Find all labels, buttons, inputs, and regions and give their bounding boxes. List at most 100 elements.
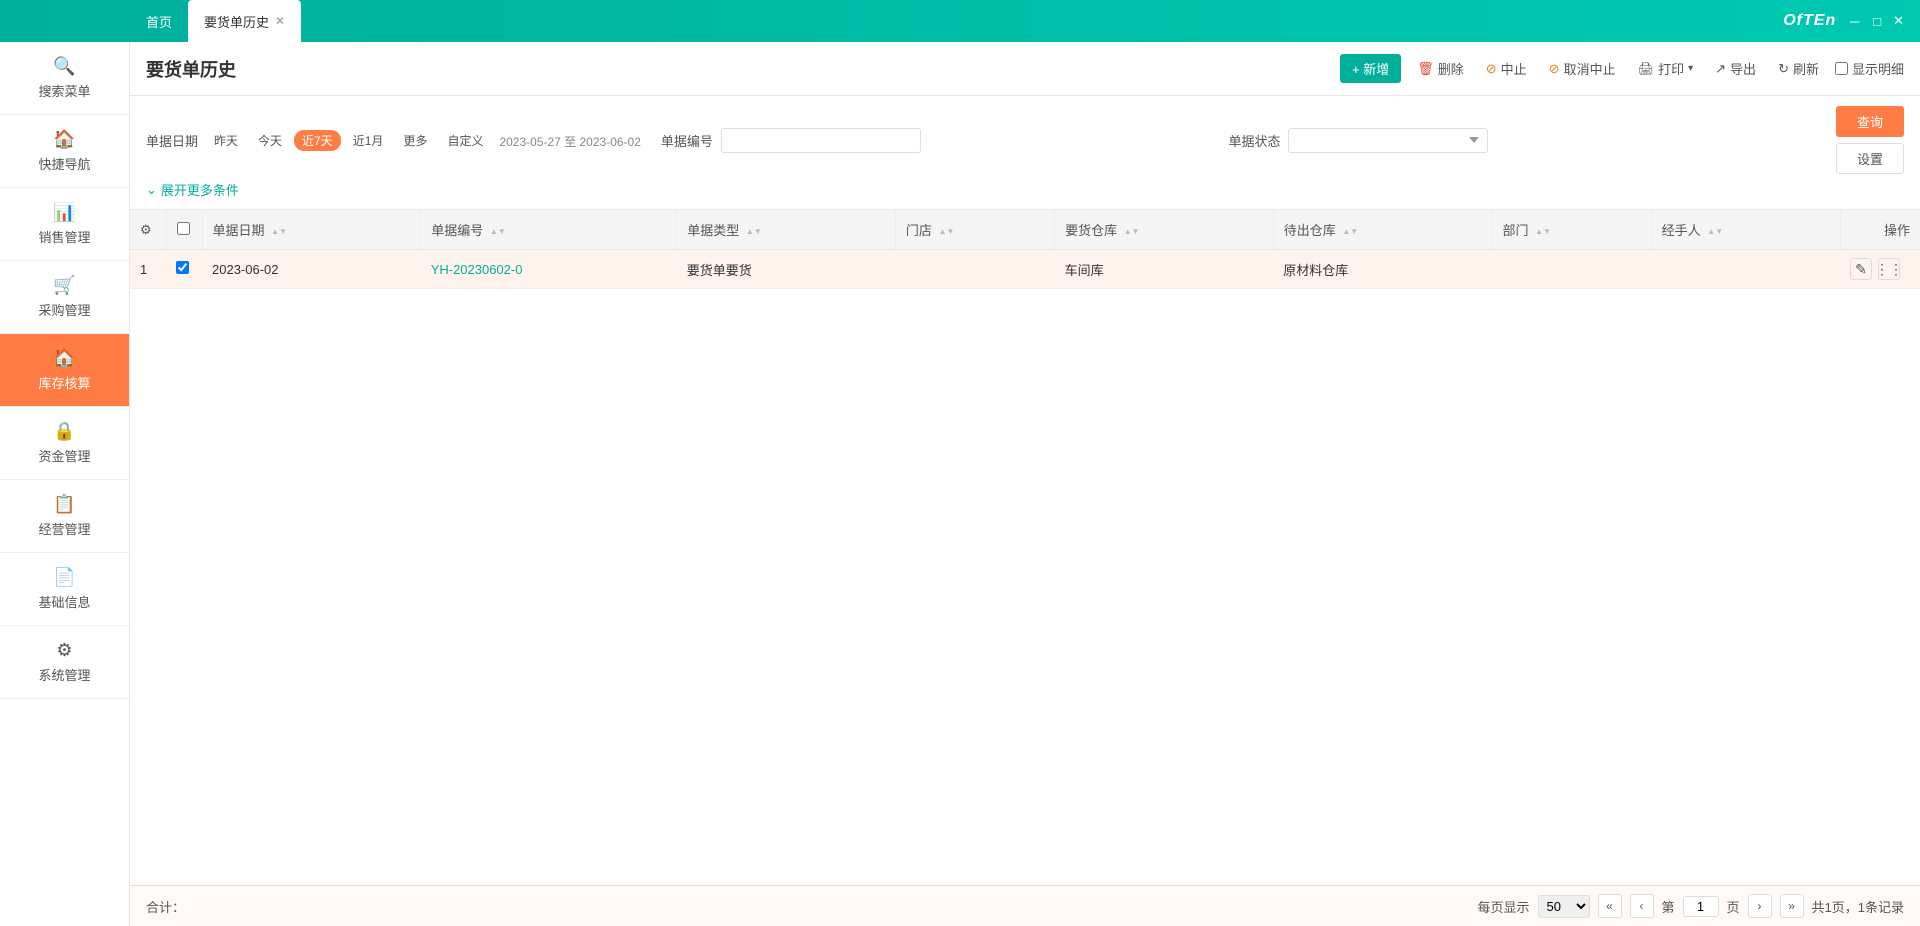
- delete-icon: 🗑: [1417, 61, 1434, 77]
- page-size-label: 每页显示: [1477, 897, 1529, 916]
- top-bar-right: OfTEn － □ ✕: [1783, 0, 1904, 42]
- date-opt-custom[interactable]: 自定义: [439, 130, 491, 151]
- sort-handler: ▲▼: [1707, 228, 1723, 236]
- brand-label: OfTEn: [1783, 12, 1836, 30]
- row-actions-cell: ✎ ⋮⋮: [1840, 250, 1920, 289]
- status-label: 单据状态: [1228, 131, 1280, 150]
- row-pending-warehouse: 原材料仓库: [1273, 250, 1492, 289]
- row-doc-date: 2023-06-02: [202, 250, 421, 289]
- sidebar-item-inventory[interactable]: 🏠 库存核算: [0, 334, 129, 407]
- sidebar-item-system[interactable]: ⚙ 系统管理: [0, 626, 129, 699]
- row-doc-no: YH-20230602-0: [421, 250, 677, 289]
- status-select[interactable]: [1288, 128, 1488, 153]
- sidebar-label-operations: 经营管理: [38, 519, 90, 538]
- sidebar-label-quick-nav: 快捷导航: [38, 154, 90, 173]
- select-all-checkbox[interactable]: [177, 222, 190, 235]
- total-info: 共1页，1条记录: [1812, 897, 1904, 916]
- col-settings: ⚙: [130, 210, 166, 250]
- chevron-down-icon: ⌄: [146, 182, 157, 198]
- clipboard-icon: 📋: [53, 494, 75, 515]
- date-opt-1month[interactable]: 近1月: [345, 130, 392, 151]
- sort-dept: ▲▼: [1535, 228, 1551, 236]
- refresh-icon: ↻: [1778, 61, 1789, 77]
- row-shop: [895, 250, 1054, 289]
- sidebar-item-purchase[interactable]: 🛒 采购管理: [0, 261, 129, 334]
- expand-more-row: ⌄ 展开更多条件: [146, 180, 1904, 199]
- maximize-button[interactable]: □: [1873, 14, 1881, 29]
- filter-bar: 单据日期 昨天 今天 近7天 近1月 更多 自定义 2023-05-27 至 2…: [130, 96, 1920, 210]
- date-opt-more[interactable]: 更多: [395, 130, 435, 151]
- print-icon: 🖨: [1638, 61, 1655, 77]
- sidebar-item-basic-info[interactable]: 📄 基础信息: [0, 553, 129, 626]
- document-icon: 📄: [53, 567, 75, 588]
- settings-gear-icon[interactable]: ⚙: [140, 222, 152, 237]
- tab-requisition-history[interactable]: 要货单历史 ✕: [188, 0, 301, 42]
- sidebar-item-finance[interactable]: 🔒 资金管理: [0, 407, 129, 480]
- col-doc-no[interactable]: 单据编号 ▲▼: [421, 210, 677, 250]
- sidebar-item-quick-nav[interactable]: 🏠 快捷导航: [0, 115, 129, 188]
- col-doc-type[interactable]: 单据类型 ▲▼: [677, 210, 896, 250]
- date-opt-today[interactable]: 今天: [250, 130, 290, 151]
- doc-no-label: 单据编号: [661, 131, 713, 150]
- date-opt-yesterday[interactable]: 昨天: [206, 130, 246, 151]
- next-page-button[interactable]: ›: [1748, 894, 1772, 918]
- show-detail-checkbox[interactable]: [1835, 62, 1848, 75]
- close-window-button[interactable]: ✕: [1893, 13, 1904, 29]
- col-dept[interactable]: 部门 ▲▼: [1492, 210, 1651, 250]
- row-index: 1: [130, 250, 166, 289]
- refresh-button[interactable]: ↻ 刷新: [1772, 55, 1825, 82]
- row-edit-button[interactable]: ✎: [1850, 258, 1872, 280]
- last-page-button[interactable]: »: [1780, 894, 1804, 918]
- sidebar-label-inventory: 库存核算: [38, 373, 90, 392]
- filter-settings-button[interactable]: 设置: [1836, 143, 1904, 174]
- row-more-button[interactable]: ⋮⋮: [1878, 258, 1900, 280]
- export-button[interactable]: ↗ 导出: [1709, 55, 1762, 82]
- query-button[interactable]: 查询: [1836, 106, 1904, 137]
- col-pending-warehouse[interactable]: 待出仓库 ▲▼: [1273, 210, 1492, 250]
- page-size-select[interactable]: 20 50 100 200: [1538, 895, 1590, 918]
- table-row: 1 2023-06-02 YH-20230602-0 要货单要货 车间库 原材料…: [130, 250, 1920, 289]
- doc-no-link[interactable]: YH-20230602-0: [431, 262, 523, 277]
- print-dropdown-icon[interactable]: ▾: [1688, 63, 1693, 74]
- expand-more-button[interactable]: ⌄ 展开更多条件: [146, 180, 1904, 199]
- page-label: 第: [1662, 897, 1675, 916]
- date-opt-7days[interactable]: 近7天: [294, 130, 341, 151]
- doc-no-filter-group: 单据编号: [661, 128, 921, 153]
- row-checkbox[interactable]: [176, 261, 189, 274]
- sidebar-item-search-menu[interactable]: 🔍 搜索菜单: [0, 42, 129, 115]
- tab-home[interactable]: 首页: [130, 0, 188, 42]
- tab-close-icon[interactable]: ✕: [275, 14, 285, 28]
- top-bar: 首页 要货单历史 ✕ OfTEn － □ ✕: [0, 0, 1920, 42]
- col-action: 操作: [1840, 210, 1920, 250]
- delete-button[interactable]: 🗑 删除: [1411, 55, 1470, 82]
- data-table: ⚙ 单据日期 ▲▼ 单据编号 ▲▼: [130, 210, 1920, 289]
- cancel-stop-button[interactable]: ⊘ 取消中止: [1543, 55, 1622, 82]
- sidebar-label-sales: 销售管理: [38, 227, 90, 246]
- add-button[interactable]: + 新增: [1340, 54, 1401, 83]
- page-input[interactable]: [1683, 896, 1719, 917]
- sort-req-warehouse: ▲▼: [1124, 228, 1140, 236]
- row-doc-type: 要货单要货: [677, 250, 896, 289]
- status-filter-group: 单据状态: [1228, 128, 1528, 153]
- prev-page-button[interactable]: ‹: [1630, 894, 1654, 918]
- sort-doc-no: ▲▼: [490, 228, 506, 236]
- col-req-warehouse[interactable]: 要货仓库 ▲▼: [1055, 210, 1274, 250]
- sidebar-item-operations[interactable]: 📋 经营管理: [0, 480, 129, 553]
- col-handler[interactable]: 经手人 ▲▼: [1651, 210, 1840, 250]
- warehouse-icon: 🏠: [53, 348, 75, 369]
- print-button[interactable]: 🖨 打印 ▾: [1632, 55, 1700, 82]
- table-container: ⚙ 单据日期 ▲▼ 单据编号 ▲▼: [130, 210, 1920, 885]
- cart-icon: 🛒: [53, 275, 75, 296]
- page-suffix: 页: [1727, 897, 1740, 916]
- filter-actions: 查询 设置: [1836, 106, 1904, 174]
- sidebar-item-sales[interactable]: 📊 销售管理: [0, 188, 129, 261]
- stop-button[interactable]: ⊘ 中止: [1480, 55, 1533, 82]
- row-handler: [1651, 250, 1840, 289]
- col-shop[interactable]: 门店 ▲▼: [895, 210, 1054, 250]
- first-page-button[interactable]: «: [1598, 894, 1622, 918]
- col-doc-date[interactable]: 单据日期 ▲▼: [202, 210, 421, 250]
- sidebar-label-system: 系统管理: [38, 665, 90, 684]
- minimize-button[interactable]: －: [1848, 12, 1861, 31]
- doc-no-input[interactable]: [721, 128, 921, 153]
- sidebar: 🔍 搜索菜单 🏠 快捷导航 📊 销售管理 🛒 采购管理 🏠 库存核算 🔒 资金管…: [0, 42, 130, 926]
